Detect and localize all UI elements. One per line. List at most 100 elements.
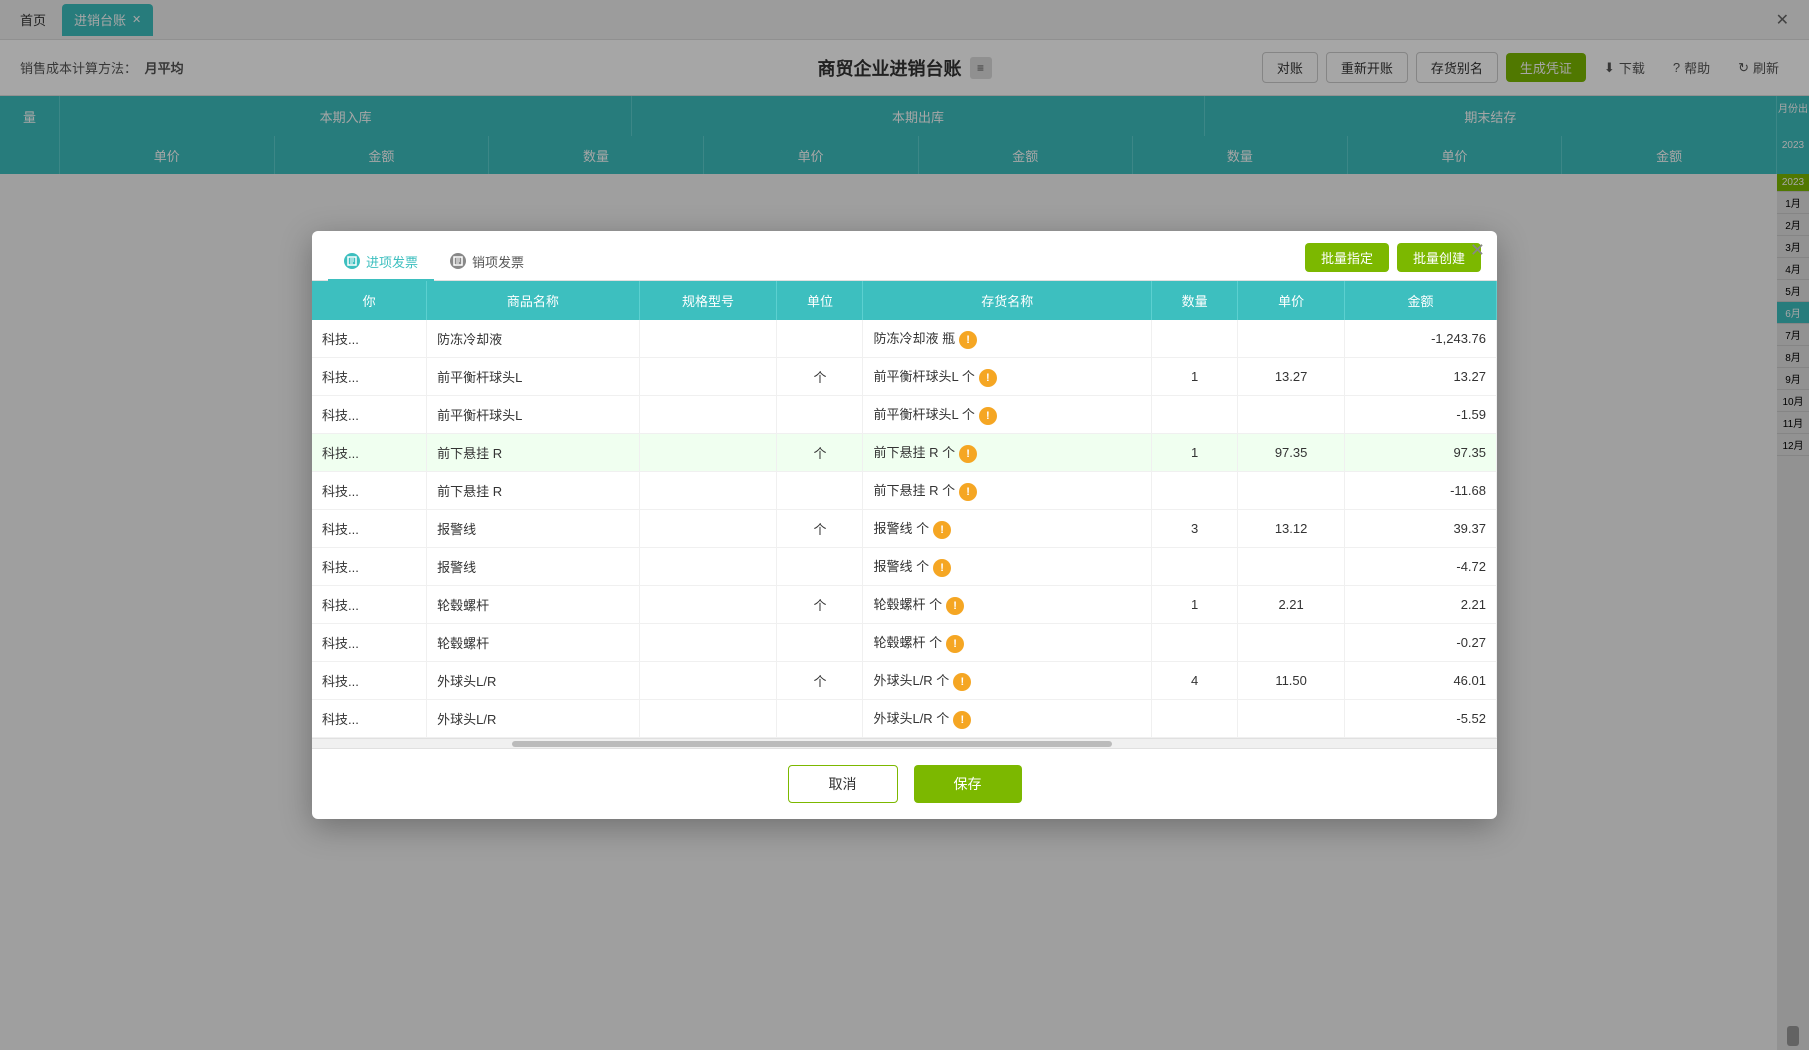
modal-footer: 取消 保存 — [312, 748, 1497, 819]
col-header-supplier: 你 — [312, 281, 427, 320]
table-row[interactable]: 科技... 外球头L/R 个 外球头L/R 个! 4 11.50 46.01 — [312, 662, 1497, 700]
cell-price — [1238, 624, 1345, 662]
table-row[interactable]: 科技... 轮毂螺杆 轮毂螺杆 个! -0.27 — [312, 624, 1497, 662]
cell-spec — [639, 434, 777, 472]
table-scrollbar[interactable] — [312, 738, 1497, 748]
cell-qty — [1152, 396, 1238, 434]
cell-spec — [639, 548, 777, 586]
table-row[interactable]: 科技... 防冻冷却液 防冻冷却液 瓶! -1,243.76 — [312, 320, 1497, 358]
cell-product: 轮毂螺杆 — [427, 624, 639, 662]
cell-spec — [639, 662, 777, 700]
cell-inventory[interactable]: 轮毂螺杆 个! — [863, 586, 1152, 624]
cell-product: 前下悬挂 R — [427, 472, 639, 510]
table-row[interactable]: 科技... 外球头L/R 外球头L/R 个! -5.52 — [312, 700, 1497, 738]
col-header-product-name: 商品名称 — [427, 281, 639, 320]
modal-close-button[interactable]: ✕ — [1470, 241, 1485, 259]
cell-product: 前下悬挂 R — [427, 434, 639, 472]
table-row[interactable]: 科技... 报警线 报警线 个! -4.72 — [312, 548, 1497, 586]
cell-price: 11.50 — [1238, 662, 1345, 700]
cell-unit — [777, 624, 863, 662]
cell-supplier: 科技... — [312, 320, 427, 358]
cell-inventory[interactable]: 前平衡杆球头L 个! — [863, 396, 1152, 434]
col-header-unit-price: 单价 — [1238, 281, 1345, 320]
cell-supplier: 科技... — [312, 472, 427, 510]
col-header-unit: 单位 — [777, 281, 863, 320]
cell-amount: -4.72 — [1345, 548, 1497, 586]
purchase-invoice-label: 进项发票 — [366, 252, 418, 271]
cell-inventory[interactable]: 报警线 个! — [863, 548, 1152, 586]
cell-supplier: 科技... — [312, 510, 427, 548]
cell-product: 外球头L/R — [427, 662, 639, 700]
table-row[interactable]: 科技... 前平衡杆球头L 前平衡杆球头L 个! -1.59 — [312, 396, 1497, 434]
cell-unit: 个 — [777, 358, 863, 396]
cell-spec — [639, 320, 777, 358]
batch-designate-button[interactable]: 批量指定 — [1305, 243, 1389, 272]
cell-supplier: 科技... — [312, 662, 427, 700]
sales-invoice-icon — [450, 253, 466, 269]
table-row[interactable]: 科技... 前下悬挂 R 个 前下悬挂 R 个! 1 97.35 97.35 — [312, 434, 1497, 472]
cell-inventory[interactable]: 前下悬挂 R 个! — [863, 434, 1152, 472]
cell-unit: 个 — [777, 586, 863, 624]
warning-icon: ! — [959, 445, 977, 463]
scrollbar-thumb[interactable] — [512, 741, 1112, 747]
app-container: 首页 进销台账 ✕ ✕ 销售成本计算方法： 月平均 商贸企业进销台账 ≡ 对账 … — [0, 0, 1809, 1050]
cell-spec — [639, 472, 777, 510]
cell-unit — [777, 548, 863, 586]
warning-icon: ! — [933, 521, 951, 539]
cancel-button[interactable]: 取消 — [788, 765, 898, 803]
invoice-table: 你 商品名称 规格型号 单位 存货名称 数量 单价 金额 科技... 防冻冷却液 — [312, 281, 1497, 738]
cell-unit — [777, 320, 863, 358]
cell-unit — [777, 700, 863, 738]
cell-spec — [639, 700, 777, 738]
cell-inventory[interactable]: 前平衡杆球头L 个! — [863, 358, 1152, 396]
cell-product: 防冻冷却液 — [427, 320, 639, 358]
cell-inventory[interactable]: 外球头L/R 个! — [863, 700, 1152, 738]
warning-icon: ! — [979, 369, 997, 387]
tab-sales-invoice[interactable]: 销项发票 — [434, 244, 540, 281]
cell-spec — [639, 396, 777, 434]
cell-price: 2.21 — [1238, 586, 1345, 624]
cell-spec — [639, 510, 777, 548]
tab-purchase-invoice[interactable]: 进项发票 — [328, 244, 434, 281]
cell-product: 报警线 — [427, 548, 639, 586]
warning-icon: ! — [933, 559, 951, 577]
cell-unit — [777, 396, 863, 434]
cell-inventory[interactable]: 轮毂螺杆 个! — [863, 624, 1152, 662]
cell-qty: 4 — [1152, 662, 1238, 700]
table-row[interactable]: 科技... 前平衡杆球头L 个 前平衡杆球头L 个! 1 13.27 13.27 — [312, 358, 1497, 396]
cell-product: 前平衡杆球头L — [427, 358, 639, 396]
cell-spec — [639, 358, 777, 396]
warning-icon: ! — [979, 407, 997, 425]
cell-amount: 2.21 — [1345, 586, 1497, 624]
cell-qty: 1 — [1152, 434, 1238, 472]
cell-supplier: 科技... — [312, 434, 427, 472]
modal-dialog: 进项发票 销项发票 批量指定 批量创建 ✕ — [312, 231, 1497, 819]
cell-inventory[interactable]: 防冻冷却液 瓶! — [863, 320, 1152, 358]
cell-unit: 个 — [777, 434, 863, 472]
cell-amount: -1,243.76 — [1345, 320, 1497, 358]
cell-price — [1238, 320, 1345, 358]
cell-price: 13.12 — [1238, 510, 1345, 548]
cell-supplier: 科技... — [312, 624, 427, 662]
cell-supplier: 科技... — [312, 586, 427, 624]
cell-unit: 个 — [777, 510, 863, 548]
cell-price — [1238, 396, 1345, 434]
modal-table-wrapper[interactable]: 你 商品名称 规格型号 单位 存货名称 数量 单价 金额 科技... 防冻冷却液 — [312, 281, 1497, 738]
warning-icon: ! — [953, 673, 971, 691]
cell-inventory[interactable]: 外球头L/R 个! — [863, 662, 1152, 700]
table-row[interactable]: 科技... 轮毂螺杆 个 轮毂螺杆 个! 1 2.21 2.21 — [312, 586, 1497, 624]
cell-price — [1238, 700, 1345, 738]
cell-amount: 46.01 — [1345, 662, 1497, 700]
cell-inventory[interactable]: 前下悬挂 R 个! — [863, 472, 1152, 510]
cell-product: 轮毂螺杆 — [427, 586, 639, 624]
table-row[interactable]: 科技... 报警线 个 报警线 个! 3 13.12 39.37 — [312, 510, 1497, 548]
cell-supplier: 科技... — [312, 548, 427, 586]
batch-create-button[interactable]: 批量创建 — [1397, 243, 1481, 272]
table-row[interactable]: 科技... 前下悬挂 R 前下悬挂 R 个! -11.68 — [312, 472, 1497, 510]
cell-amount: 13.27 — [1345, 358, 1497, 396]
cell-spec — [639, 586, 777, 624]
save-button[interactable]: 保存 — [914, 765, 1022, 803]
modal-overlay: 进项发票 销项发票 批量指定 批量创建 ✕ — [0, 0, 1809, 1050]
cell-inventory[interactable]: 报警线 个! — [863, 510, 1152, 548]
modal-header: 进项发票 销项发票 批量指定 批量创建 ✕ — [312, 231, 1497, 281]
